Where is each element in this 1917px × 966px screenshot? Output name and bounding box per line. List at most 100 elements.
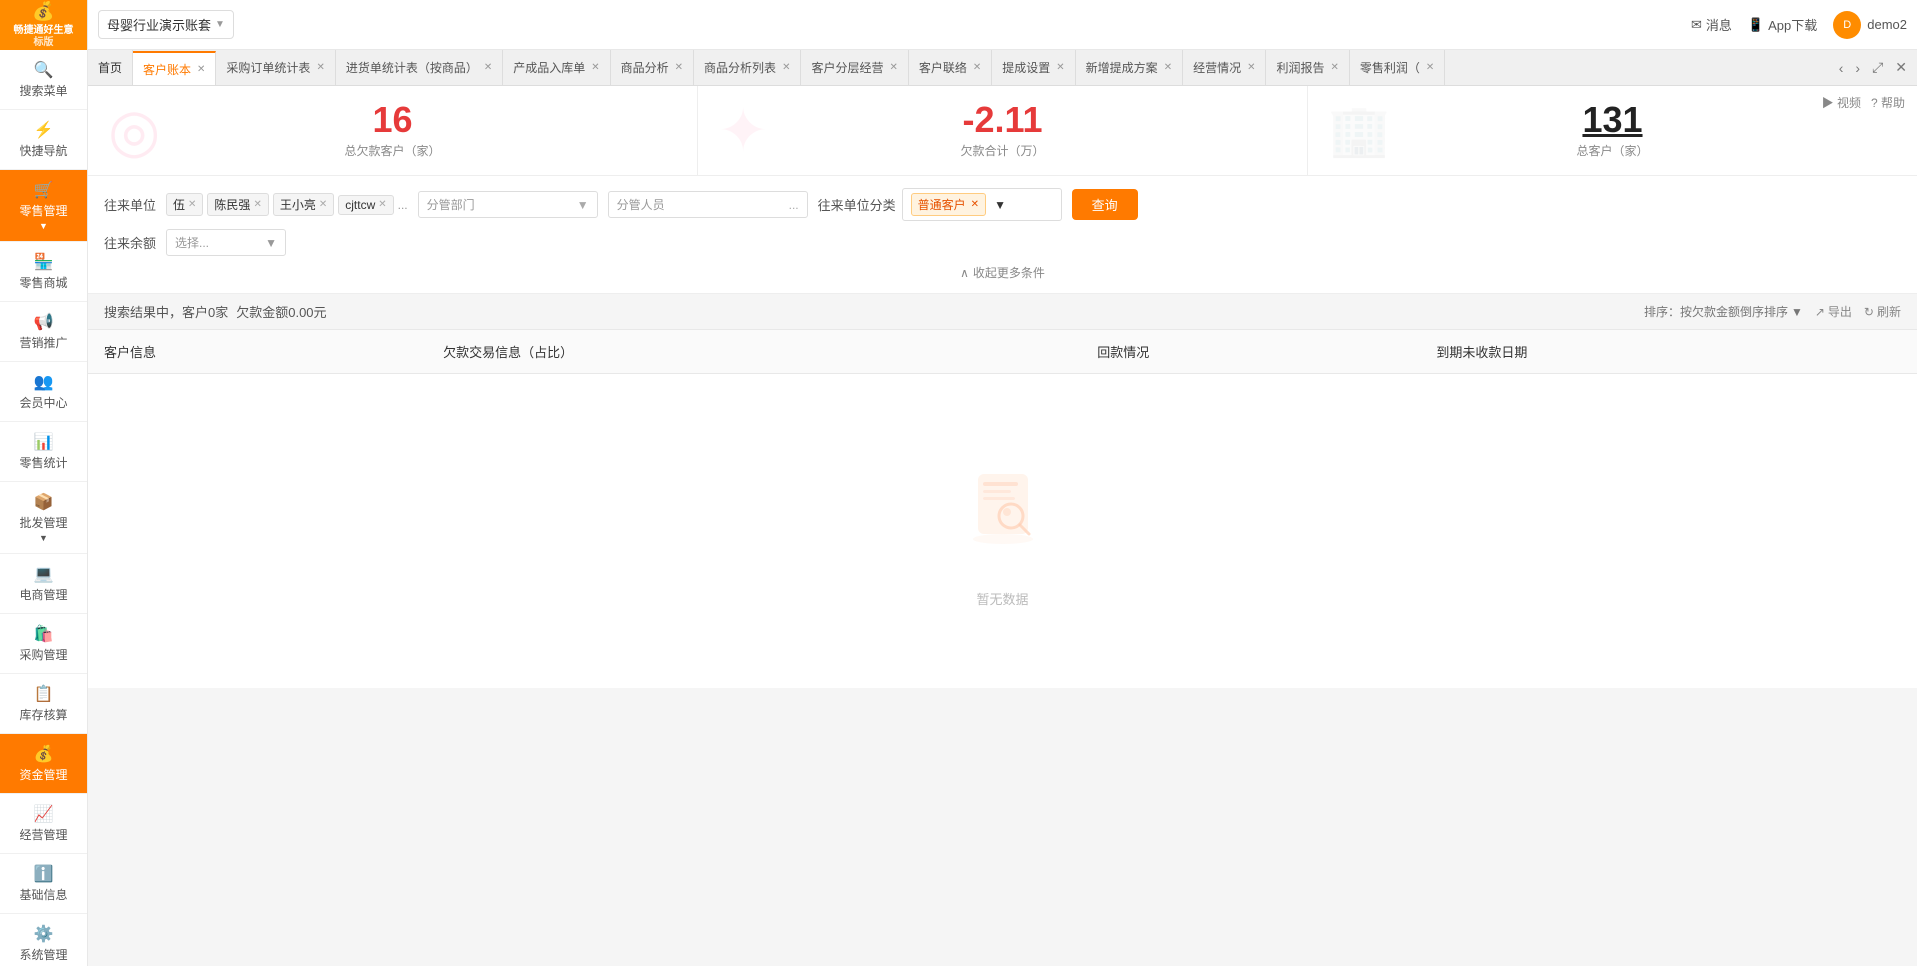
sidebar-item-retail-mall[interactable]: 🏪 零售商城	[0, 242, 87, 302]
tab-customer-book[interactable]: 客户账本 ✕	[133, 51, 216, 86]
sidebar-item-retail-stats[interactable]: 📊 零售统计	[0, 422, 87, 482]
sidebar-item-wholesale-mgmt[interactable]: 📦 批发管理 ▼	[0, 482, 87, 554]
tab-retail-profit-close[interactable]: ✕	[1426, 62, 1434, 73]
help-icon: ?	[1871, 96, 1878, 110]
dept-selector[interactable]: 分管部门 ▼	[418, 191, 598, 218]
filter-tag-3-text: 王小亮	[280, 196, 316, 213]
tab-customer-book-close[interactable]: ✕	[197, 64, 205, 75]
sidebar-item-marketing[interactable]: 📢 营销推广	[0, 302, 87, 362]
tab-product-list-close[interactable]: ✕	[782, 62, 790, 73]
sort-select[interactable]: 排序：按欠款金额倒序排序 ▼	[1644, 303, 1803, 320]
filter-tag-2-close[interactable]: ✕	[253, 199, 261, 210]
tabs-next-button[interactable]: ›	[1851, 58, 1864, 78]
account-selector[interactable]: 母婴行业演示账套 ▼	[98, 10, 234, 39]
tab-new-promotion-close[interactable]: ✕	[1164, 62, 1172, 73]
tab-promotion-settings-close[interactable]: ✕	[1056, 62, 1064, 73]
dept-arrow-icon: ▼	[577, 198, 589, 212]
stat-number-customers: 16	[372, 102, 412, 138]
inventory-icon: 📋	[34, 684, 54, 704]
collapse-button[interactable]: ∧ 收起更多条件	[960, 264, 1045, 281]
tab-profit-report-close[interactable]: ✕	[1331, 62, 1339, 73]
message-button[interactable]: ✉ 消息	[1691, 15, 1732, 34]
stat-number-debt: -2.11	[962, 102, 1042, 138]
account-selector-arrow: ▼	[215, 19, 225, 30]
balance-selector[interactable]: 选择... ▼	[166, 229, 286, 256]
filter-tag-4-close[interactable]: ✕	[378, 199, 386, 210]
sidebar-item-quick-nav[interactable]: ⚡ 快捷导航	[0, 110, 87, 170]
tab-business-status[interactable]: 经营情况 ✕	[1183, 50, 1266, 85]
sidebar-item-finance-mgmt[interactable]: 💰 资金管理	[0, 734, 87, 794]
category-selector[interactable]: 普通客户 ✕ ▼	[902, 188, 1062, 221]
app-download-button[interactable]: 📱 App下载	[1748, 15, 1817, 34]
tab-customer-tier[interactable]: 客户分层经营 ✕	[801, 50, 908, 85]
balance-arrow-icon: ▼	[265, 236, 277, 250]
tabs-close-all-button[interactable]: ✕	[1891, 57, 1911, 78]
tab-business-status-close[interactable]: ✕	[1247, 62, 1255, 73]
tab-customer-book-label: 客户账本	[143, 61, 191, 78]
basic-info-icon: ℹ️	[34, 864, 54, 884]
message-label: 消息	[1706, 15, 1732, 34]
sidebar-member-center-label: 会员中心	[19, 394, 67, 411]
category-tag: 普通客户 ✕	[911, 193, 986, 216]
help-button[interactable]: ? 帮助	[1871, 94, 1905, 111]
collapse-up-icon: ∧	[960, 266, 969, 280]
retail-stats-icon: 📊	[34, 432, 54, 452]
empty-state: 暂无数据	[88, 374, 1917, 688]
balance-placeholder: 选择...	[175, 234, 209, 251]
filter-area: 往来单位 伍 ✕ 陈民强 ✕ 王小亮 ✕ cjttcw	[88, 176, 1917, 294]
stats-top-right: ▶ 视频 ? 帮助	[1822, 94, 1905, 111]
tab-home[interactable]: 首页	[88, 50, 133, 85]
tab-product-list[interactable]: 商品分析列表 ✕	[694, 50, 801, 85]
filter-tag-1-close[interactable]: ✕	[188, 199, 196, 210]
query-button[interactable]: 查询	[1072, 189, 1138, 220]
tab-product-inbound[interactable]: 产成品入库单 ✕	[503, 50, 610, 85]
tab-product-inbound-close[interactable]: ✕	[591, 62, 599, 73]
tab-product-analysis-close[interactable]: ✕	[675, 62, 683, 73]
category-tag-text: 普通客户	[918, 196, 966, 213]
tab-purchase-order[interactable]: 采购订单统计表 ✕	[216, 50, 335, 85]
video-help-button[interactable]: ▶ 视频	[1822, 94, 1861, 111]
category-label: 往来单位分类	[818, 195, 896, 214]
tabs-prev-button[interactable]: ‹	[1835, 58, 1848, 78]
purchase-mgmt-icon: 🛍️	[34, 624, 54, 644]
sidebar-item-retail-mgmt[interactable]: 🛒 零售管理 ▼	[0, 170, 87, 242]
tabs-expand-button[interactable]: ⤢	[1868, 57, 1887, 78]
tab-customer-contact[interactable]: 客户联络 ✕	[909, 50, 992, 85]
col-debt-info: 欠款交易信息（占比）	[427, 330, 1081, 374]
tab-customer-tier-close[interactable]: ✕	[889, 62, 897, 73]
sidebar-item-member-center[interactable]: 👥 会员中心	[0, 362, 87, 422]
results-text: 搜索结果中，客户0家	[104, 302, 228, 321]
tab-purchase-order-close[interactable]: ✕	[316, 62, 324, 73]
filter-tags: 伍 ✕ 陈民强 ✕ 王小亮 ✕ cjttcw ✕ ...	[166, 193, 408, 216]
tab-customer-contact-close[interactable]: ✕	[973, 62, 981, 73]
tab-product-analysis[interactable]: 商品分析 ✕	[611, 50, 694, 85]
sidebar-item-system-mgmt[interactable]: ⚙️ 系统管理	[0, 914, 87, 966]
refresh-button[interactable]: ↻ 刷新	[1864, 303, 1901, 320]
category-tag-close[interactable]: ✕	[971, 199, 979, 210]
sidebar-item-search[interactable]: 🔍 搜索菜单	[0, 50, 87, 110]
tab-promotion-settings[interactable]: 提成设置 ✕	[992, 50, 1075, 85]
person-selector[interactable]: 分管人员 ...	[608, 191, 808, 218]
sidebar-retail-stats-label: 零售统计	[19, 454, 67, 471]
export-button[interactable]: ↗ 导出	[1815, 303, 1852, 320]
sidebar-item-purchase-mgmt[interactable]: 🛍️ 采购管理	[0, 614, 87, 674]
refresh-label: 刷新	[1877, 303, 1901, 320]
sidebar-inventory-label: 库存核算	[19, 706, 67, 723]
sidebar-item-ecommerce-mgmt[interactable]: 💻 电商管理	[0, 554, 87, 614]
filter-tag-3-close[interactable]: ✕	[319, 199, 327, 210]
tab-retail-profit[interactable]: 零售利润（ ✕	[1350, 50, 1445, 85]
sidebar-item-basic-info[interactable]: ℹ️ 基础信息	[0, 854, 87, 914]
filter-more-button[interactable]: ...	[398, 198, 408, 212]
tab-profit-report[interactable]: 利润报告 ✕	[1266, 50, 1349, 85]
tab-new-promotion[interactable]: 新增提成方案 ✕	[1076, 50, 1183, 85]
sidebar-marketing-label: 营销推广	[19, 334, 67, 351]
stats-item-total-customers: 🏢 131 总客户（家） ▶ 视频 ? 帮助	[1308, 86, 1917, 175]
empty-illustration	[953, 454, 1053, 554]
col-due-date: 到期未收款日期	[1420, 330, 1917, 374]
sidebar-item-business-mgmt[interactable]: 📈 经营管理	[0, 794, 87, 854]
sidebar-item-inventory[interactable]: 📋 库存核算	[0, 674, 87, 734]
tab-inbound-stats-close[interactable]: ✕	[484, 62, 492, 73]
tab-inbound-stats[interactable]: 进货单统计表（按商品） ✕	[336, 50, 503, 85]
col-customer-info: 客户信息	[88, 330, 427, 374]
user-menu[interactable]: D demo2	[1833, 11, 1907, 39]
